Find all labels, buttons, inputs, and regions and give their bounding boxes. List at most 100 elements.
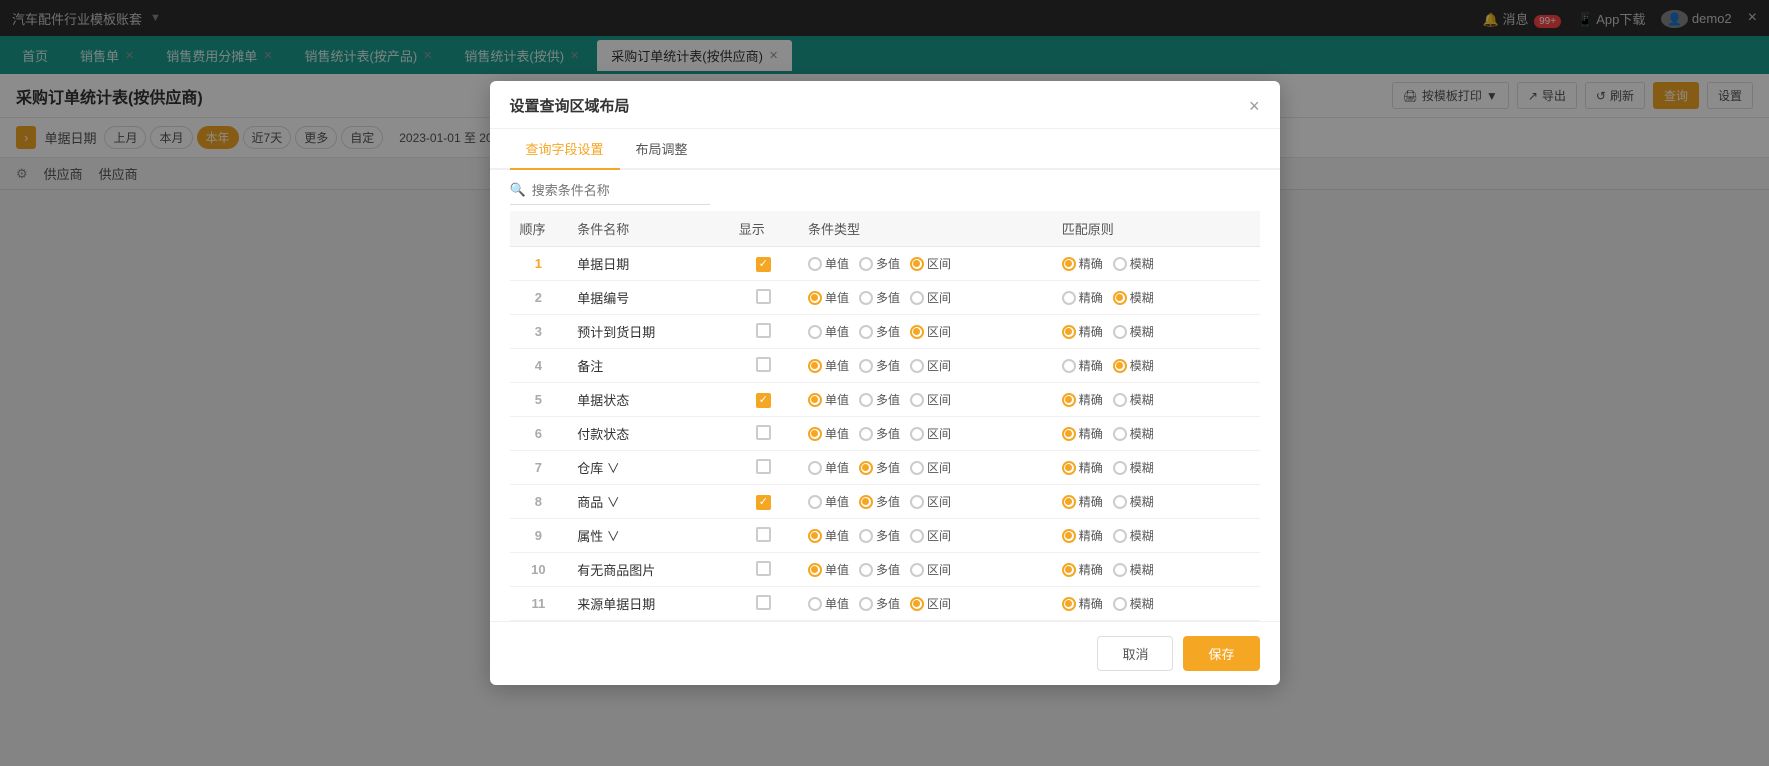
type-radio-label-单值: 单值	[825, 527, 849, 544]
match-radio-模糊[interactable]: 模糊	[1113, 323, 1154, 340]
table-row: 7仓库 ∨单值多值区间精确模糊	[510, 451, 1260, 485]
display-checkbox[interactable]	[756, 289, 771, 304]
type-radio-多值[interactable]: 多值	[859, 527, 900, 544]
match-radio-circle-精确	[1062, 257, 1076, 271]
tab-query-fields[interactable]: 查询字段设置	[510, 129, 620, 170]
cell-type: 单值多值区间	[798, 281, 1052, 315]
type-radio-label-多值: 多值	[876, 255, 900, 272]
type-radio-区间[interactable]: 区间	[910, 289, 951, 306]
type-radio-区间[interactable]: 区间	[910, 595, 951, 612]
type-radio-单值[interactable]: 单值	[808, 527, 849, 544]
cell-type: 单值多值区间	[798, 451, 1052, 485]
display-checkbox[interactable]	[756, 257, 771, 272]
type-radio-单值[interactable]: 单值	[808, 595, 849, 612]
match-radio-精确[interactable]: 精确	[1062, 323, 1103, 340]
type-radio-多值[interactable]: 多值	[859, 459, 900, 476]
match-radio-模糊[interactable]: 模糊	[1113, 289, 1154, 306]
type-radio-区间[interactable]: 区间	[910, 255, 951, 272]
cell-display[interactable]	[729, 247, 798, 281]
match-radio-模糊[interactable]: 模糊	[1113, 527, 1154, 544]
cell-order: 9	[510, 519, 568, 553]
tab-layout-adjust[interactable]: 布局调整	[620, 129, 704, 170]
match-radio-label-模糊: 模糊	[1130, 493, 1154, 510]
dialog-table-wrap: 顺序 条件名称 显示 条件类型 匹配原则 1单据日期单值多值区间精确模糊2单据编…	[490, 211, 1280, 621]
type-radio-区间[interactable]: 区间	[910, 323, 951, 340]
match-radio-精确[interactable]: 精确	[1062, 425, 1103, 442]
display-checkbox[interactable]	[756, 495, 771, 510]
match-radio-circle-模糊	[1113, 597, 1127, 611]
type-radio-circle-单值	[808, 495, 822, 509]
cell-display[interactable]	[729, 315, 798, 349]
type-radio-区间[interactable]: 区间	[910, 357, 951, 374]
match-radio-精确[interactable]: 精确	[1062, 255, 1103, 272]
type-radio-多值[interactable]: 多值	[859, 323, 900, 340]
match-radio-精确[interactable]: 精确	[1062, 493, 1103, 510]
match-radio-精确[interactable]: 精确	[1062, 595, 1103, 612]
cell-display[interactable]	[729, 349, 798, 383]
match-radio-circle-精确	[1062, 325, 1076, 339]
cell-name: 单据编号	[567, 281, 729, 315]
match-radio-模糊[interactable]: 模糊	[1113, 493, 1154, 510]
type-radio-circle-区间	[910, 529, 924, 543]
display-checkbox[interactable]	[756, 425, 771, 440]
display-checkbox[interactable]	[756, 561, 771, 576]
cell-display[interactable]	[729, 587, 798, 621]
cell-display[interactable]	[729, 451, 798, 485]
type-radio-单值[interactable]: 单值	[808, 459, 849, 476]
type-radio-circle-区间	[910, 495, 924, 509]
type-radio-单值[interactable]: 单值	[808, 255, 849, 272]
type-radio-单值[interactable]: 单值	[808, 493, 849, 510]
type-radio-多值[interactable]: 多值	[859, 561, 900, 578]
match-radio-模糊[interactable]: 模糊	[1113, 459, 1154, 476]
type-radio-区间[interactable]: 区间	[910, 561, 951, 578]
match-radio-精确[interactable]: 精确	[1062, 561, 1103, 578]
type-radio-单值[interactable]: 单值	[808, 289, 849, 306]
cell-display[interactable]	[729, 417, 798, 451]
save-btn[interactable]: 保存	[1183, 636, 1259, 671]
cell-display[interactable]	[729, 485, 798, 519]
cell-display[interactable]	[729, 383, 798, 417]
type-radio-多值[interactable]: 多值	[859, 595, 900, 612]
match-radio-模糊[interactable]: 模糊	[1113, 561, 1154, 578]
match-radio-精确[interactable]: 精确	[1062, 357, 1103, 374]
match-radio-模糊[interactable]: 模糊	[1113, 595, 1154, 612]
match-radio-精确[interactable]: 精确	[1062, 289, 1103, 306]
type-radio-单值[interactable]: 单值	[808, 425, 849, 442]
cell-display[interactable]	[729, 519, 798, 553]
display-checkbox[interactable]	[756, 527, 771, 542]
display-checkbox[interactable]	[756, 459, 771, 474]
type-radio-区间[interactable]: 区间	[910, 459, 951, 476]
match-radio-模糊[interactable]: 模糊	[1113, 425, 1154, 442]
type-radio-单值[interactable]: 单值	[808, 323, 849, 340]
type-radio-单值[interactable]: 单值	[808, 357, 849, 374]
match-radio-精确[interactable]: 精确	[1062, 459, 1103, 476]
type-radio-区间[interactable]: 区间	[910, 493, 951, 510]
type-radio-多值[interactable]: 多值	[859, 493, 900, 510]
match-radio-精确[interactable]: 精确	[1062, 391, 1103, 408]
display-checkbox[interactable]	[756, 323, 771, 338]
display-checkbox[interactable]	[756, 595, 771, 610]
type-radio-区间[interactable]: 区间	[910, 425, 951, 442]
match-radio-模糊[interactable]: 模糊	[1113, 391, 1154, 408]
dialog-close-btn[interactable]: ×	[1249, 97, 1260, 115]
display-checkbox[interactable]	[756, 357, 771, 372]
cell-display[interactable]	[729, 281, 798, 315]
cell-display[interactable]	[729, 553, 798, 587]
cancel-btn[interactable]: 取消	[1097, 636, 1173, 671]
match-radio-模糊[interactable]: 模糊	[1113, 255, 1154, 272]
type-radio-多值[interactable]: 多值	[859, 255, 900, 272]
cell-name: 来源单据日期	[567, 587, 729, 621]
display-checkbox[interactable]	[756, 393, 771, 408]
search-input[interactable]	[532, 183, 692, 198]
match-radio-模糊[interactable]: 模糊	[1113, 357, 1154, 374]
match-radio-精确[interactable]: 精确	[1062, 527, 1103, 544]
type-radio-多值[interactable]: 多值	[859, 357, 900, 374]
type-radio-多值[interactable]: 多值	[859, 391, 900, 408]
type-radio-单值[interactable]: 单值	[808, 391, 849, 408]
type-radio-多值[interactable]: 多值	[859, 289, 900, 306]
type-radio-区间[interactable]: 区间	[910, 527, 951, 544]
cell-name: 商品 ∨	[567, 485, 729, 519]
type-radio-区间[interactable]: 区间	[910, 391, 951, 408]
type-radio-多值[interactable]: 多值	[859, 425, 900, 442]
type-radio-单值[interactable]: 单值	[808, 561, 849, 578]
